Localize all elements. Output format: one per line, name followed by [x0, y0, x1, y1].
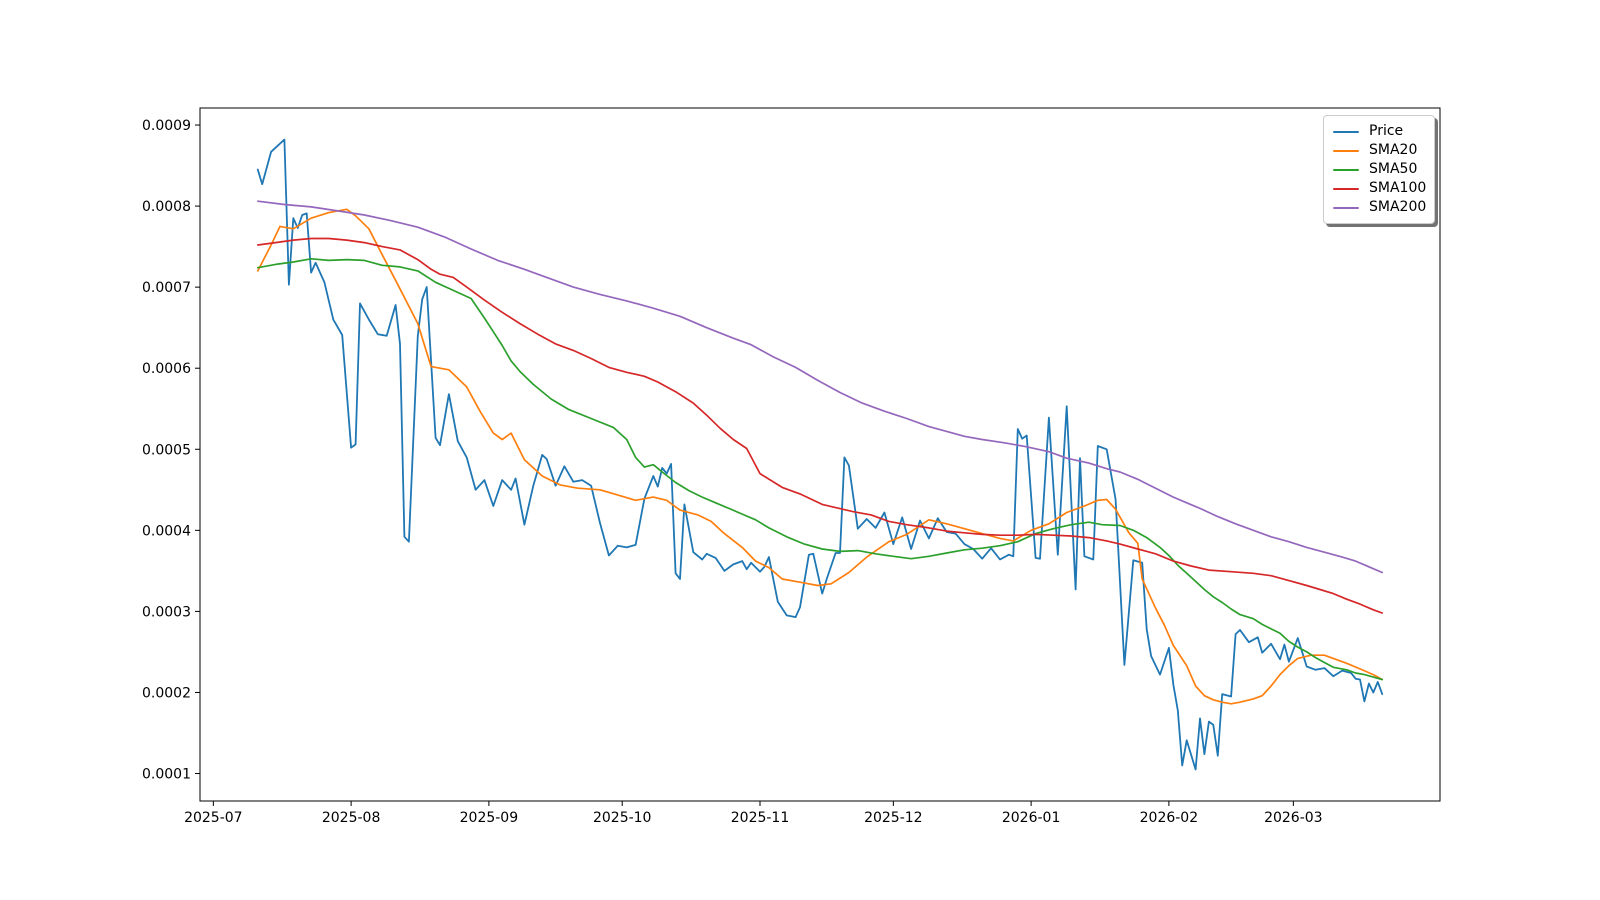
legend-item-sma100: SMA100: [1333, 179, 1426, 198]
x-tick-label: 2026-01: [1002, 810, 1061, 826]
y-tick-label: 0.0005: [142, 442, 191, 458]
legend-item-sma200: SMA200: [1333, 198, 1426, 217]
legend-label: SMA200: [1369, 199, 1427, 215]
y-tick-label: 0.0006: [142, 361, 191, 377]
y-tick-label: 0.0008: [142, 199, 191, 215]
y-tick-label: 0.0009: [142, 118, 191, 134]
legend-line-swatch: [1333, 206, 1359, 209]
legend-line-swatch: [1333, 187, 1359, 190]
x-tick-label: 2026-03: [1264, 810, 1323, 826]
y-tick-label: 0.0004: [142, 523, 191, 539]
y-tick-label: 0.0001: [142, 767, 191, 783]
x-tick-label: 2025-09: [460, 810, 519, 826]
legend-label: SMA100: [1369, 180, 1427, 196]
x-tick-label: 2026-02: [1140, 810, 1199, 826]
legend-item-sma20: SMA20: [1333, 141, 1426, 160]
legend: Price SMA20 SMA50 SMA100 SMA200: [1323, 115, 1435, 224]
legend-line-swatch: [1333, 149, 1359, 152]
figure: 2025-07 2025-08 2025-09 2025-10 2025-11 2025-…: [0, 0, 1600, 900]
x-tick-label: 2025-12: [864, 810, 923, 826]
legend-item-sma50: SMA50: [1333, 160, 1426, 179]
legend-label: SMA20: [1369, 142, 1418, 158]
legend-item-price: Price: [1333, 122, 1426, 141]
legend-line-swatch: [1333, 130, 1359, 133]
plot-area: [199, 107, 1441, 802]
y-tick-label: 0.0003: [142, 604, 191, 620]
legend-label: SMA50: [1369, 161, 1418, 177]
x-tick-label: 2025-11: [731, 810, 790, 826]
legend-line-swatch: [1333, 168, 1359, 171]
x-tick-label: 2025-08: [322, 810, 381, 826]
x-tick-label: 2025-10: [593, 810, 652, 826]
legend-label: Price: [1369, 123, 1404, 139]
y-tick-label: 0.0007: [142, 280, 191, 296]
x-tick-label: 2025-07: [184, 810, 243, 826]
y-tick-label: 0.0002: [142, 685, 191, 701]
